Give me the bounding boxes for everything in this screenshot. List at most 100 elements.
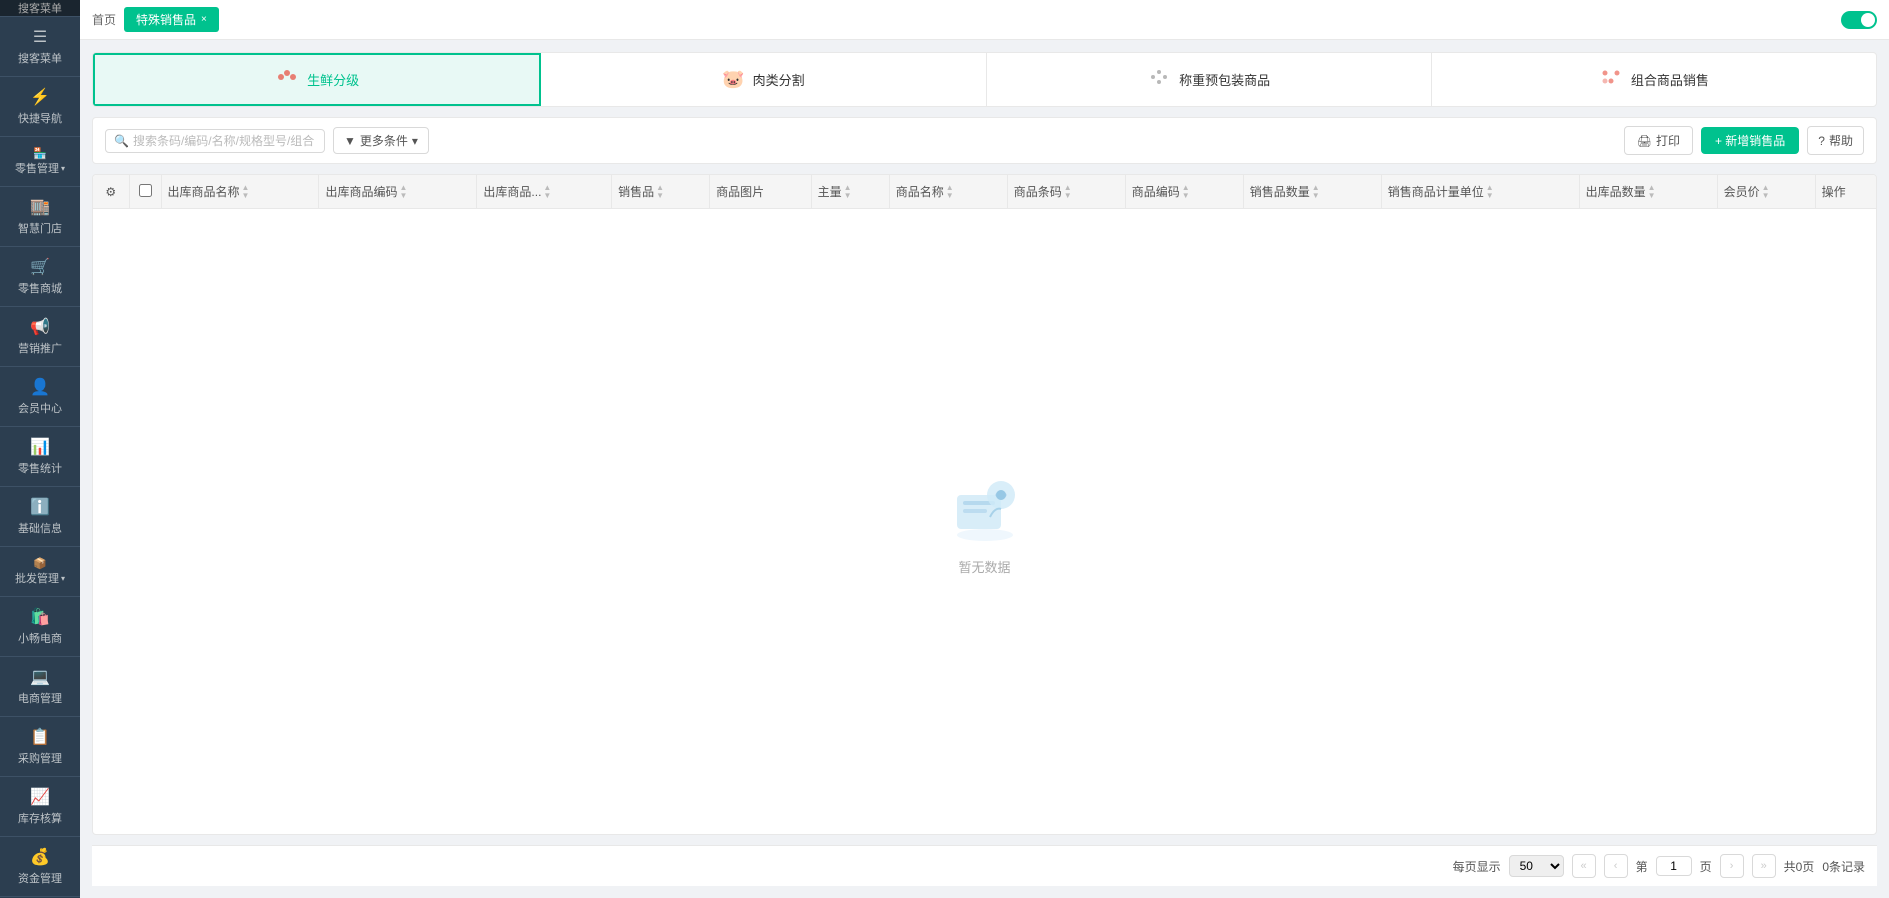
sort-icon: ▲▼	[946, 184, 954, 200]
category-tabs: 生鲜分级 🐷 肉类分割 称重预包装商品	[92, 52, 1877, 107]
close-tab-icon[interactable]: ×	[201, 14, 207, 25]
th-warehouse-spec[interactable]: 出库商品... ▲▼	[477, 175, 612, 209]
filter-button[interactable]: ▼ 更多条件 ▾	[333, 127, 429, 154]
sidebar-item-smart-store[interactable]: 🏬 智慧门店	[0, 187, 80, 247]
th-product-name[interactable]: 商品名称 ▲▼	[889, 175, 1007, 209]
sidebar-item-search-menu[interactable]: ☰ 搜客菜单	[0, 17, 80, 77]
sidebar-item-member-center[interactable]: 👤 会员中心	[0, 367, 80, 427]
help-label: 帮助	[1829, 132, 1853, 149]
sidebar-item-inventory[interactable]: 📈 库存核算	[0, 777, 80, 837]
th-sale-qty[interactable]: 销售品数量 ▲▼	[1243, 175, 1381, 209]
th-warehouse-code[interactable]: 出库商品编码 ▲▼	[319, 175, 477, 209]
search-input[interactable]	[133, 134, 316, 148]
page-label: 页	[1700, 858, 1712, 875]
combo-icon	[1599, 67, 1623, 92]
th-barcode[interactable]: 商品条码 ▲▼	[1007, 175, 1125, 209]
th-checkbox[interactable]	[129, 175, 161, 209]
th-warehouse-qty[interactable]: 出库品数量 ▲▼	[1579, 175, 1717, 209]
help-button[interactable]: ? 帮助	[1807, 126, 1864, 155]
table-header: ⚙ 出库商品名称 ▲▼ 出库	[93, 175, 1876, 209]
tab-combo[interactable]: 组合商品销售	[1432, 53, 1876, 106]
sidebar-item-label: 会员中心	[18, 400, 62, 416]
prev-page-button[interactable]: ‹	[1604, 854, 1628, 878]
sidebar-item-label: 库存核算	[18, 810, 62, 826]
sort-icon: ▲▼	[844, 184, 852, 200]
per-page-label: 每页显示	[1453, 858, 1501, 875]
add-label: + 新增销售品	[1715, 132, 1785, 149]
sort-icon: ▲▼	[1312, 184, 1320, 200]
sidebar-item-wholesale-mgmt[interactable]: 📦 批发管理 ▾	[0, 547, 80, 597]
home-link[interactable]: 首页	[92, 11, 116, 28]
sort-icon: ▲▼	[1648, 184, 1656, 200]
print-label: 打印	[1656, 132, 1680, 149]
active-tab[interactable]: 特殊销售品 ×	[124, 7, 219, 32]
quick-nav-icon: ⚡	[30, 87, 50, 107]
inventory-icon: 📈	[30, 787, 50, 807]
filter-icon: ▼	[344, 134, 356, 148]
basic-info-icon: ℹ️	[30, 497, 50, 517]
purchase-mgmt-icon: 📋	[30, 727, 50, 747]
retail-stats-icon: 📊	[30, 437, 50, 457]
th-operation: 操作	[1815, 175, 1876, 209]
sidebar-item-retail-stats[interactable]: 📊 零售统计	[0, 427, 80, 487]
th-warehouse-name[interactable]: 出库商品名称 ▲▼	[161, 175, 319, 209]
add-button[interactable]: + 新增销售品	[1701, 127, 1799, 154]
sidebar-item-small-shop[interactable]: 🛍️ 小畅电商	[0, 597, 80, 657]
sidebar-item-quick-nav[interactable]: ⚡ 快捷导航	[0, 77, 80, 137]
th-member-price[interactable]: 会员价 ▲▼	[1717, 175, 1815, 209]
print-button[interactable]: 🖨 打印	[1624, 126, 1693, 155]
sidebar-item-label: 批发管理	[15, 570, 59, 586]
sort-icon: ▲▼	[1762, 184, 1770, 200]
help-icon: ?	[1818, 134, 1825, 148]
page-label-before: 第	[1636, 858, 1648, 875]
sidebar-item-label: 智慧门店	[18, 220, 62, 236]
tab-fresh-grade[interactable]: 生鲜分级	[93, 53, 541, 106]
tab-fresh-grade-label: 生鲜分级	[307, 70, 359, 89]
smart-store-icon: 🏬	[30, 197, 50, 217]
sidebar-item-purchase-mgmt[interactable]: 📋 采购管理	[0, 717, 80, 777]
total-count: 0条记录	[1822, 858, 1865, 875]
select-all-checkbox[interactable]	[139, 184, 152, 197]
th-sale-item[interactable]: 销售品 ▲▼	[612, 175, 710, 209]
sidebar-item-label: 搜客菜单	[18, 50, 62, 66]
sidebar-item-basic-info[interactable]: ℹ️ 基础信息	[0, 487, 80, 547]
sidebar: 搜客菜单 ☰ 搜客菜单 ⚡ 快捷导航 🏪 零售管理 ▾ 🏬 智慧门店 🛒 零售商…	[0, 0, 80, 898]
toggle-switch[interactable]	[1841, 11, 1877, 29]
sidebar-item-retail-mgmt[interactable]: 🏪 零售管理 ▾	[0, 137, 80, 187]
search-menu-icon: ☰	[33, 27, 47, 47]
chevron-down-icon: ▾	[61, 164, 65, 173]
sort-icon: ▲▼	[1486, 184, 1494, 200]
th-weight[interactable]: 主量 ▲▼	[811, 175, 889, 209]
sidebar-item-label: 零售统计	[18, 460, 62, 476]
sidebar-item-ecommerce[interactable]: 💻 电商管理	[0, 657, 80, 717]
sidebar-item-finance[interactable]: 💰 资金管理	[0, 837, 80, 897]
search-box[interactable]: 🔍	[105, 129, 325, 153]
settings-col-icon: ⚙	[105, 185, 116, 199]
meat-cut-icon: 🐷	[722, 69, 744, 90]
sidebar-item-sales-promo[interactable]: 📢 营销推广	[0, 307, 80, 367]
tab-meat-cut[interactable]: 🐷 肉类分割	[541, 53, 986, 106]
main-content: 首页 特殊销售品 × 生鲜分级 🐷	[80, 0, 1889, 898]
pagination: 每页显示 50 10 20 100 « ‹ 第 页 › » 共0页 0	[92, 845, 1877, 886]
th-settings[interactable]: ⚙	[93, 175, 129, 209]
th-sale-unit[interactable]: 销售商品计量单位 ▲▼	[1381, 175, 1579, 209]
last-page-button[interactable]: »	[1752, 854, 1776, 878]
tab-weigh-pack[interactable]: 称重预包装商品	[987, 53, 1432, 106]
first-page-button[interactable]: «	[1572, 854, 1596, 878]
data-table: ⚙ 出库商品名称 ▲▼ 出库	[93, 175, 1876, 209]
sidebar-item-label: 营销推广	[18, 340, 62, 356]
sidebar-item-label: 基础信息	[18, 520, 62, 536]
topbar: 首页 特殊销售品 ×	[80, 0, 1889, 40]
chevron-down-icon: ▾	[61, 574, 65, 583]
retail-mall-icon: 🛒	[30, 257, 50, 277]
empty-state: 暂无数据	[93, 209, 1876, 834]
sidebar-item-label: 零售管理	[15, 160, 59, 176]
member-center-icon: 👤	[30, 377, 50, 397]
th-product-code[interactable]: 商品编码 ▲▼	[1125, 175, 1243, 209]
next-page-button[interactable]: ›	[1720, 854, 1744, 878]
content-area: 生鲜分级 🐷 肉类分割 称重预包装商品	[80, 40, 1889, 898]
per-page-select[interactable]: 50 10 20 100	[1509, 855, 1564, 877]
weigh-pack-icon	[1147, 67, 1171, 92]
page-number-input[interactable]	[1656, 856, 1692, 876]
sidebar-item-retail-mall[interactable]: 🛒 零售商城	[0, 247, 80, 307]
